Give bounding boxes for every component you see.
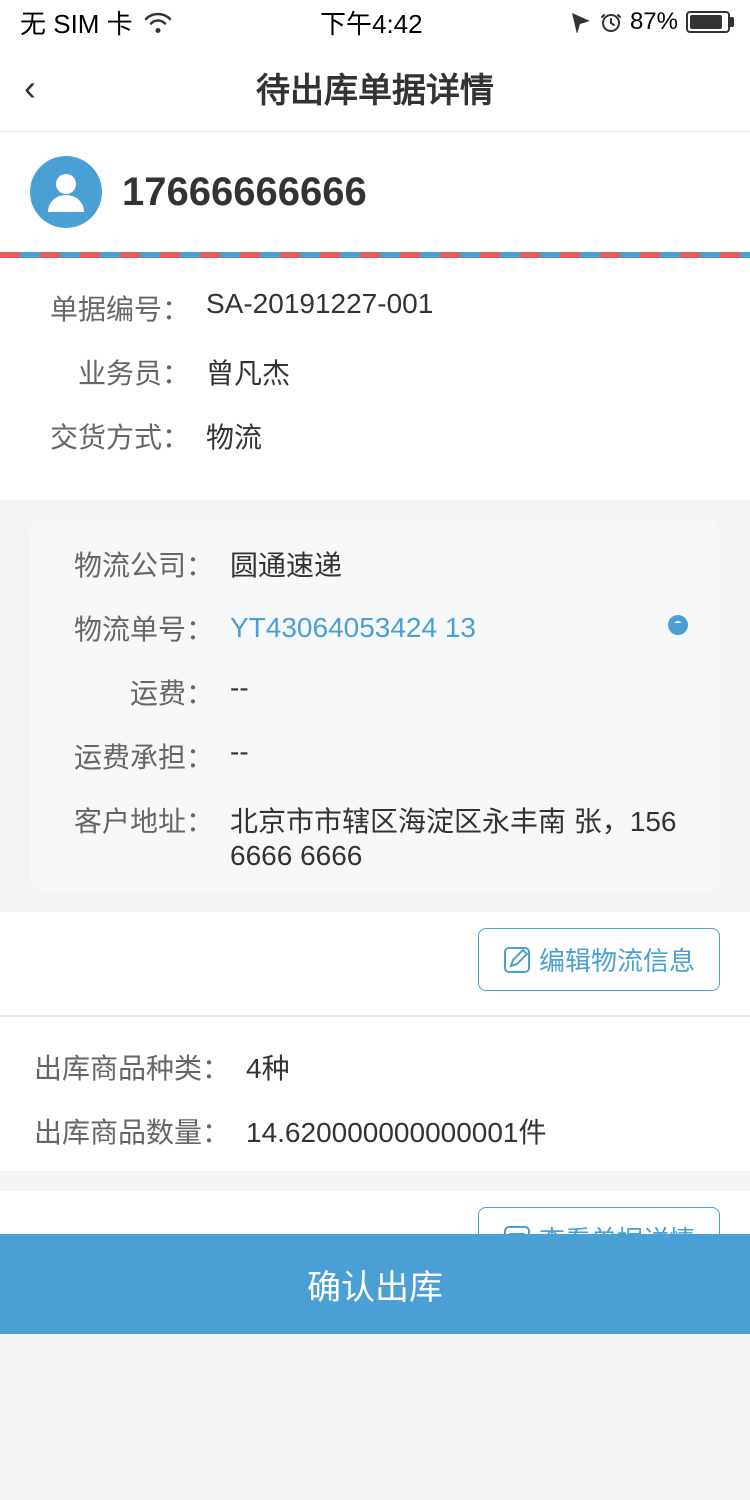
page-title: 待出库单据详情	[256, 63, 494, 112]
logistics-company-value: 圆通速递	[230, 544, 696, 584]
edit-logistics-button[interactable]: 编辑物流信息	[478, 928, 720, 991]
goods-qty-row: 出库商品数量： 14.620000000000001件	[30, 1111, 720, 1151]
alarm-icon	[600, 11, 622, 33]
wifi-icon	[143, 11, 173, 33]
time-display: 下午4:42	[320, 4, 423, 41]
goods-qty-value: 14.620000000000001件	[246, 1111, 720, 1151]
logistics-card: 物流公司： 圆通速递 物流单号： YT43064053424 13 运费： --…	[30, 520, 720, 892]
freight-row: 运费： --	[54, 672, 696, 712]
delivery-method-row: 交货方式： 物流	[30, 416, 720, 456]
goods-type-value: 4种	[246, 1047, 720, 1087]
edit-logistics-label: 编辑物流信息	[539, 941, 695, 978]
nav-bar: ‹ 待出库单据详情	[0, 44, 750, 132]
doc-no-row: 单据编号： SA-20191227-001	[30, 288, 720, 328]
battery-icon	[686, 11, 730, 33]
salesperson-label: 业务员：	[30, 352, 190, 392]
address-row: 客户地址： 北京市市辖区海淀区永丰南 张，156 6666 6666	[54, 800, 696, 872]
goods-section: 出库商品种类： 4种 出库商品数量： 14.620000000000001件	[0, 1017, 750, 1171]
goods-type-label: 出库商品种类：	[30, 1047, 230, 1087]
person-icon	[42, 168, 90, 216]
freight-bearer-row: 运费承担： --	[54, 736, 696, 776]
goods-type-row: 出库商品种类： 4种	[30, 1047, 720, 1087]
tracking-no-label: 物流单号：	[54, 608, 214, 648]
address-value: 北京市市辖区海淀区永丰南 张，156 6666 6666	[230, 800, 696, 872]
confirm-button[interactable]: 确认出库	[0, 1234, 750, 1334]
doc-no-value: SA-20191227-001	[206, 288, 720, 320]
battery-percent: 87%	[630, 8, 678, 36]
tracking-no-row: 物流单号： YT43064053424 13	[54, 608, 696, 648]
edit-logistics-section: 编辑物流信息	[0, 912, 750, 1015]
logistics-company-label: 物流公司：	[54, 544, 214, 584]
avatar	[30, 156, 102, 228]
delivery-method-label: 交货方式：	[30, 416, 190, 456]
back-button[interactable]: ‹	[24, 67, 36, 109]
freight-value: --	[230, 672, 696, 704]
user-phone: 17666666666	[122, 170, 367, 215]
salesperson-row: 业务员： 曾凡杰	[30, 352, 720, 392]
order-info-section: 单据编号： SA-20191227-001 业务员： 曾凡杰 交货方式： 物流	[0, 258, 750, 500]
location-arrow-icon	[570, 11, 592, 33]
salesperson-value: 曾凡杰	[206, 352, 720, 392]
status-left: 无 SIM 卡	[20, 4, 173, 41]
status-right: 87%	[570, 8, 730, 36]
address-label: 客户地址：	[54, 800, 214, 840]
logistics-company-row: 物流公司： 圆通速递	[54, 544, 696, 584]
freight-label: 运费：	[54, 672, 214, 712]
status-bar: 无 SIM 卡 下午4:42 87%	[0, 0, 750, 44]
edit-icon	[503, 946, 531, 974]
confirm-button-label: 确认出库	[307, 1260, 443, 1309]
goods-qty-label: 出库商品数量：	[30, 1111, 230, 1151]
freight-bearer-value: --	[230, 736, 696, 768]
freight-bearer-label: 运费承担：	[54, 736, 214, 776]
user-header: 17666666666	[0, 132, 750, 252]
doc-no-label: 单据编号：	[30, 288, 190, 328]
tracking-no-value: YT43064053424 13	[230, 612, 648, 644]
map-pin-icon[interactable]	[660, 610, 696, 646]
delivery-method-value: 物流	[206, 416, 720, 456]
carrier-text: 无 SIM 卡	[20, 4, 133, 41]
